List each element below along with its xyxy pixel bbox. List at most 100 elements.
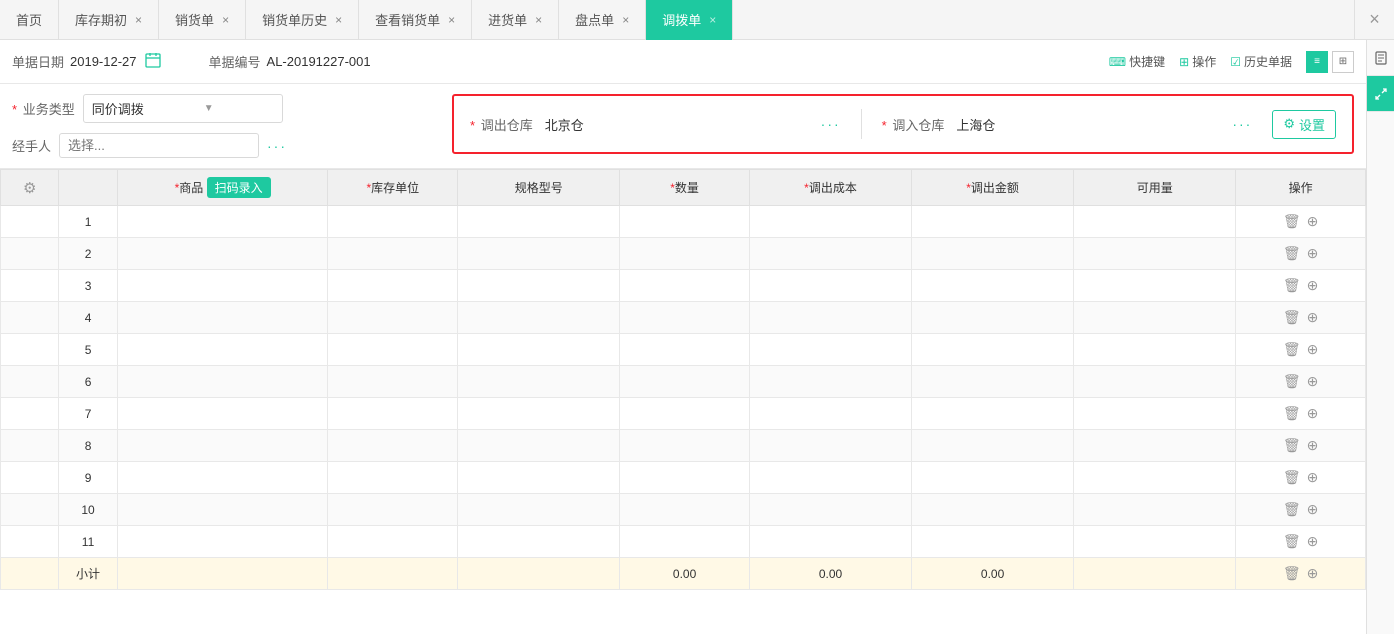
delete-icon[interactable]: 🗑 xyxy=(1283,277,1301,294)
row-product-cell[interactable] xyxy=(117,270,328,302)
row-qty-cell[interactable] xyxy=(620,206,750,238)
row-unit-cell[interactable] xyxy=(328,526,458,558)
sidebar-doc-icon[interactable] xyxy=(1367,40,1394,76)
row-spec-cell[interactable] xyxy=(458,494,620,526)
copy-icon[interactable]: ⊕ xyxy=(1307,213,1319,230)
close-销货单历史[interactable]: × xyxy=(335,13,342,27)
row-spec-cell[interactable] xyxy=(458,526,620,558)
settings-button[interactable]: ⚙ 设置 xyxy=(1272,110,1336,139)
row-cost-cell[interactable] xyxy=(749,366,911,398)
row-unit-cell[interactable] xyxy=(328,302,458,334)
row-product-cell[interactable] xyxy=(117,206,328,238)
copy-icon[interactable]: ⊕ xyxy=(1307,245,1319,262)
row-amount-cell[interactable] xyxy=(912,462,1074,494)
layout-btn-list[interactable]: ≡ xyxy=(1306,51,1328,73)
history-btn[interactable]: ☑ 历史单据 xyxy=(1230,53,1292,70)
row-unit-cell[interactable] xyxy=(328,398,458,430)
table-settings-icon[interactable]: ⚙ xyxy=(23,180,36,197)
row-qty-cell[interactable] xyxy=(620,302,750,334)
tab-查看销货单[interactable]: 查看销货单 × xyxy=(359,0,472,40)
tab-销货单[interactable]: 销货单 × xyxy=(159,0,246,40)
scan-button[interactable]: 扫码录入 xyxy=(207,177,271,198)
delete-icon[interactable]: 🗑 xyxy=(1283,213,1301,230)
row-qty-cell[interactable] xyxy=(620,494,750,526)
row-product-cell[interactable] xyxy=(117,430,328,462)
delete-icon[interactable]: 🗑 xyxy=(1283,469,1301,486)
row-spec-cell[interactable] xyxy=(458,462,620,494)
row-qty-cell[interactable] xyxy=(620,238,750,270)
close-库存期初[interactable]: × xyxy=(135,13,142,27)
row-product-cell[interactable] xyxy=(117,526,328,558)
business-type-select[interactable]: 同价调拨 ▼ xyxy=(83,94,283,123)
delete-icon[interactable]: 🗑 xyxy=(1283,437,1301,454)
copy-icon[interactable]: ⊕ xyxy=(1307,533,1319,550)
row-cost-cell[interactable] xyxy=(749,494,911,526)
delete-icon[interactable]: 🗑 xyxy=(1283,501,1301,518)
row-amount-cell[interactable] xyxy=(912,206,1074,238)
row-spec-cell[interactable] xyxy=(458,366,620,398)
row-qty-cell[interactable] xyxy=(620,270,750,302)
row-qty-cell[interactable] xyxy=(620,334,750,366)
copy-icon[interactable]: ⊕ xyxy=(1307,501,1319,518)
subtotal-copy-icon[interactable]: ⊕ xyxy=(1307,565,1319,582)
row-cost-cell[interactable] xyxy=(749,430,911,462)
row-cost-cell[interactable] xyxy=(749,398,911,430)
op-btn[interactable]: ⊞ 操作 xyxy=(1179,53,1216,70)
row-qty-cell[interactable] xyxy=(620,430,750,462)
row-unit-cell[interactable] xyxy=(328,366,458,398)
row-unit-cell[interactable] xyxy=(328,270,458,302)
row-spec-cell[interactable] xyxy=(458,270,620,302)
tab-home[interactable]: 首页 xyxy=(0,0,59,40)
row-unit-cell[interactable] xyxy=(328,238,458,270)
tab-销货单历史[interactable]: 销货单历史 × xyxy=(246,0,359,40)
close-调拨单[interactable]: × xyxy=(709,13,716,27)
row-amount-cell[interactable] xyxy=(912,526,1074,558)
row-unit-cell[interactable] xyxy=(328,462,458,494)
row-unit-cell[interactable] xyxy=(328,206,458,238)
warehouse-out-more-btn[interactable]: ··· xyxy=(821,116,841,132)
copy-icon[interactable]: ⊕ xyxy=(1307,277,1319,294)
row-product-cell[interactable] xyxy=(117,366,328,398)
row-spec-cell[interactable] xyxy=(458,334,620,366)
row-product-cell[interactable] xyxy=(117,238,328,270)
row-qty-cell[interactable] xyxy=(620,526,750,558)
row-qty-cell[interactable] xyxy=(620,366,750,398)
row-spec-cell[interactable] xyxy=(458,206,620,238)
copy-icon[interactable]: ⊕ xyxy=(1307,341,1319,358)
row-cost-cell[interactable] xyxy=(749,462,911,494)
tab-调拨单[interactable]: 调拨单 × xyxy=(646,0,733,40)
row-product-cell[interactable] xyxy=(117,334,328,366)
row-amount-cell[interactable] xyxy=(912,398,1074,430)
sidebar-expand-icon[interactable] xyxy=(1367,76,1394,112)
copy-icon[interactable]: ⊕ xyxy=(1307,373,1319,390)
copy-icon[interactable]: ⊕ xyxy=(1307,309,1319,326)
row-unit-cell[interactable] xyxy=(328,430,458,462)
row-spec-cell[interactable] xyxy=(458,430,620,462)
delete-icon[interactable]: 🗑 xyxy=(1283,341,1301,358)
global-close-button[interactable]: × xyxy=(1354,0,1394,40)
delete-icon[interactable]: 🗑 xyxy=(1283,373,1301,390)
row-unit-cell[interactable] xyxy=(328,334,458,366)
tab-库存期初[interactable]: 库存期初 × xyxy=(59,0,159,40)
row-qty-cell[interactable] xyxy=(620,462,750,494)
row-amount-cell[interactable] xyxy=(912,334,1074,366)
row-product-cell[interactable] xyxy=(117,494,328,526)
row-qty-cell[interactable] xyxy=(620,398,750,430)
tab-盘点单[interactable]: 盘点单 × xyxy=(559,0,646,40)
copy-icon[interactable]: ⊕ xyxy=(1307,405,1319,422)
row-cost-cell[interactable] xyxy=(749,238,911,270)
copy-icon[interactable]: ⊕ xyxy=(1307,437,1319,454)
tab-进货单[interactable]: 进货单 × xyxy=(472,0,559,40)
delete-icon[interactable]: 🗑 xyxy=(1283,309,1301,326)
row-amount-cell[interactable] xyxy=(912,366,1074,398)
copy-icon[interactable]: ⊕ xyxy=(1307,469,1319,486)
row-amount-cell[interactable] xyxy=(912,430,1074,462)
delete-icon[interactable]: 🗑 xyxy=(1283,405,1301,422)
warehouse-in-more-btn[interactable]: ··· xyxy=(1232,116,1252,132)
row-unit-cell[interactable] xyxy=(328,494,458,526)
shortcut-btn[interactable]: ⌨ 快捷键 xyxy=(1109,53,1165,70)
row-cost-cell[interactable] xyxy=(749,270,911,302)
row-amount-cell[interactable] xyxy=(912,302,1074,334)
close-销货单[interactable]: × xyxy=(222,13,229,27)
delete-icon[interactable]: 🗑 xyxy=(1283,533,1301,550)
